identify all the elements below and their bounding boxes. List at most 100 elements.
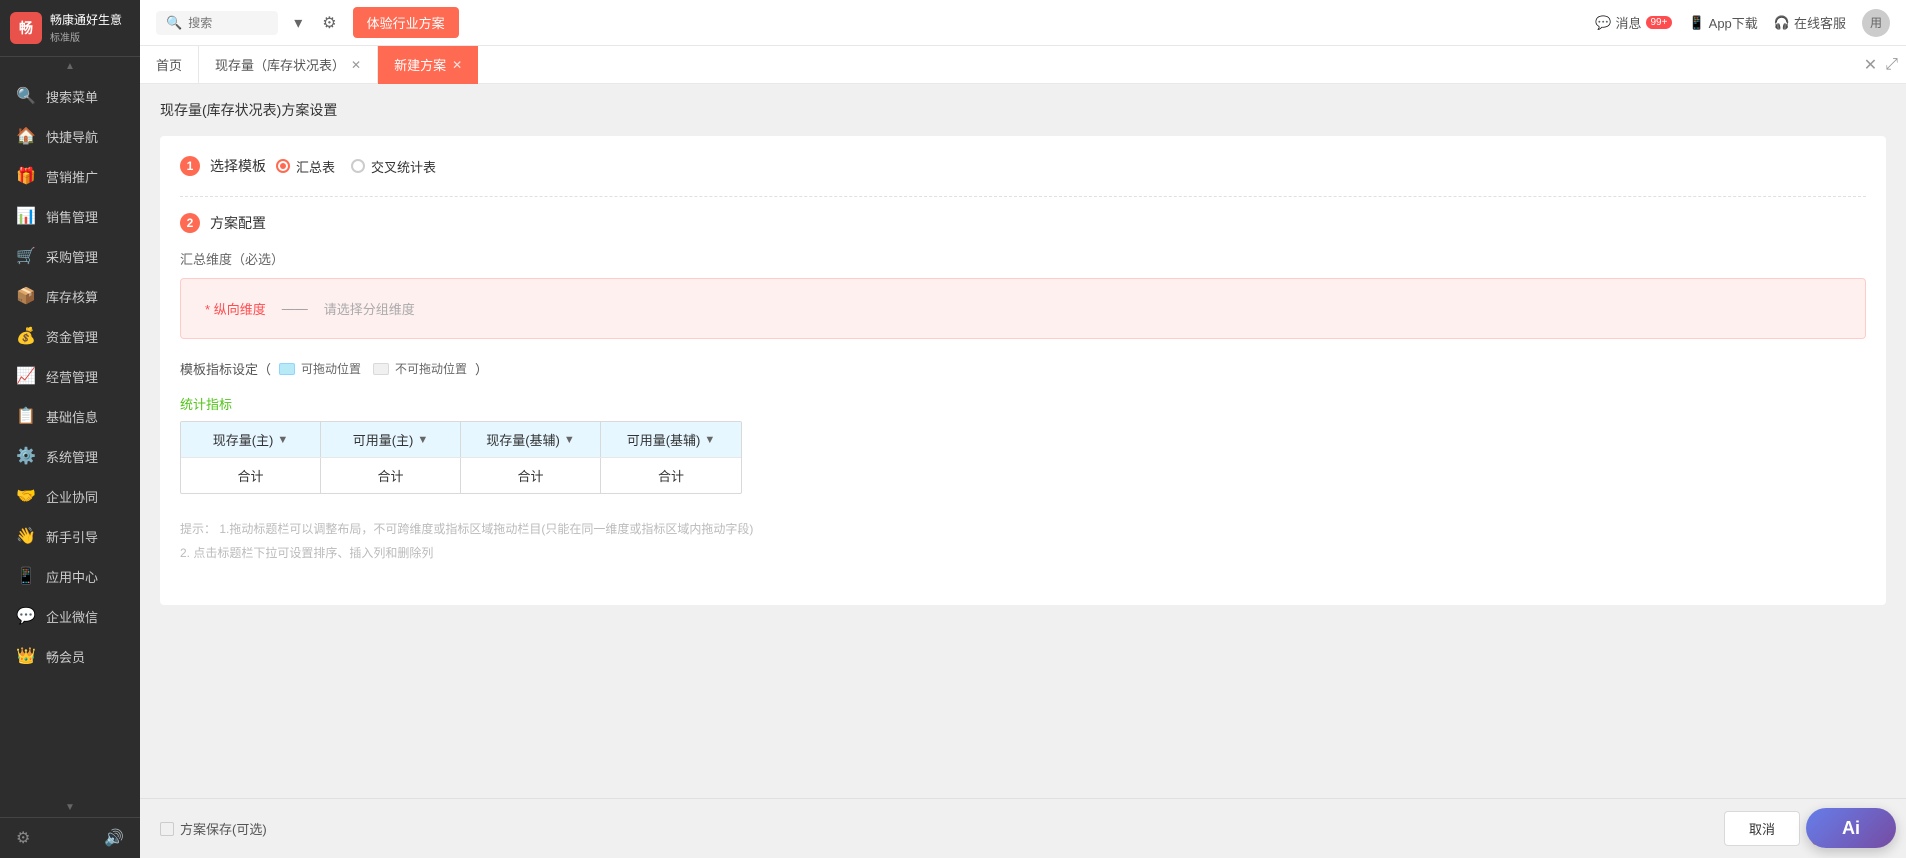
sidebar-item-sales[interactable]: 📊 销售管理: [0, 196, 140, 236]
sidebar-item-cooperation[interactable]: 🤝 企业协同: [0, 476, 140, 516]
tip-line-1: 提示： 1.拖动标题栏可以调整布局，不可跨维度或指标区域拖动栏目(只能在同一维度…: [180, 517, 1866, 541]
topbar-gear-icon[interactable]: ⚙: [318, 9, 340, 37]
stats-header-col-1[interactable]: 可用量(主) ▼: [321, 422, 461, 457]
search-icon: 🔍: [166, 15, 182, 31]
step2-num: 2: [180, 213, 200, 233]
stats-header-col-0[interactable]: 现存量(主) ▼: [181, 422, 321, 457]
trial-btn[interactable]: 体验行业方案: [353, 7, 459, 38]
required-mark: *: [205, 302, 210, 317]
sidebar-item-finance[interactable]: 💰 资金管理: [0, 316, 140, 356]
main-panel: 1 选择模板 汇总表 交叉统计表: [160, 136, 1886, 605]
radio-summary[interactable]: 汇总表: [276, 157, 335, 176]
dimension-box[interactable]: * 纵向维度 —— 请选择分组维度: [180, 278, 1866, 339]
sidebar-item-appcenter[interactable]: 📱 应用中心: [0, 556, 140, 596]
messages-btn[interactable]: 💬 消息 99+: [1595, 13, 1672, 32]
stats-header-col-3[interactable]: 可用量(基辅) ▼: [601, 422, 741, 457]
sidebar-scroll-down[interactable]: ▼: [0, 798, 140, 817]
step2-title: 方案配置: [210, 213, 266, 233]
sidebar-item-system[interactable]: ⚙️ 系统管理: [0, 436, 140, 476]
radio-summary-dot: [276, 159, 290, 173]
sidebar-item-label: 新手引导: [46, 527, 98, 546]
crown-icon: 👑: [16, 646, 36, 666]
wave-icon: 👋: [16, 526, 36, 546]
app-edition: 标准版: [50, 29, 122, 44]
sidebar-item-purchase[interactable]: 🛒 采购管理: [0, 236, 140, 276]
save-scheme-checkbox[interactable]: 方案保存(可选): [160, 819, 267, 838]
main-content: 🔍 ▾ ⚙ 体验行业方案 💬 消息 99+ 📱 App下载 🎧 在线客服 用: [140, 0, 1906, 858]
step-divider: [180, 196, 1866, 197]
radio-summary-label: 汇总表: [296, 157, 335, 176]
topbar-dropdown-icon[interactable]: ▾: [290, 9, 306, 37]
sidebar-item-member[interactable]: 👑 畅会员: [0, 636, 140, 676]
chart-icon: 📊: [16, 206, 36, 226]
phone-icon: 📱: [1688, 15, 1704, 31]
template-radio-group: 汇总表 交叉统计表: [276, 157, 436, 176]
sidebar-item-wechat[interactable]: 💬 企业微信: [0, 596, 140, 636]
topbar: 🔍 ▾ ⚙ 体验行业方案 💬 消息 99+ 📱 App下载 🎧 在线客服 用: [140, 0, 1906, 46]
sidebar-item-basic[interactable]: 📋 基础信息: [0, 396, 140, 436]
sidebar-item-inventory[interactable]: 📦 库存核算: [0, 276, 140, 316]
sidebar-item-search[interactable]: 🔍 搜索菜单: [0, 76, 140, 116]
stats-data-col-2: 合计: [461, 458, 601, 493]
sidebar-scroll-up[interactable]: ▲: [0, 57, 140, 76]
stats-data-col-0: 合计: [181, 458, 321, 493]
app-logo-icon: 畅: [10, 12, 42, 44]
footer-speaker-icon[interactable]: 🔊: [104, 828, 124, 848]
topbar-search-box[interactable]: 🔍: [156, 11, 278, 35]
user-name: 用: [1870, 14, 1882, 31]
cart-icon: 🛒: [16, 246, 36, 266]
stats-table: 现存量(主) ▼ 可用量(主) ▼ 现存量(基辅) ▼: [180, 421, 742, 494]
tab-new-scheme-close-icon[interactable]: ✕: [452, 58, 462, 72]
template-indicator-label: 模板指标设定（ 可拖动位置 不可拖动位置 ）: [180, 359, 1866, 378]
radio-cross-dot: [351, 159, 365, 173]
stats-header-col-2[interactable]: 现存量(基辅) ▼: [461, 422, 601, 457]
sidebar-item-label: 营销推广: [46, 167, 98, 186]
online-service-btn[interactable]: 🎧 在线客服: [1774, 13, 1846, 32]
tab-expand-icon[interactable]: ⤢: [1885, 56, 1898, 74]
ai-fab-button[interactable]: Ai: [1806, 808, 1896, 848]
stats-label: 统计指标: [180, 394, 1866, 413]
topbar-search-input[interactable]: [188, 16, 268, 30]
sidebar-item-label: 基础信息: [46, 407, 98, 426]
online-service-label: 在线客服: [1794, 13, 1846, 32]
sidebar: 畅 畅康通好生意 标准版 ▲ 🔍 搜索菜单 🏠 快捷导航 🎁 营销推广 📊 销售…: [0, 0, 140, 858]
sidebar-item-label: 系统管理: [46, 447, 98, 466]
step1-title: 选择模板: [210, 156, 266, 176]
headset-icon: 🎧: [1774, 15, 1790, 31]
sidebar-item-label: 采购管理: [46, 247, 98, 266]
footer-settings-icon[interactable]: ⚙: [16, 828, 30, 848]
sidebar-item-label: 销售管理: [46, 207, 98, 226]
tab-home[interactable]: 首页: [140, 46, 199, 84]
sidebar-item-marketing[interactable]: 🎁 营销推广: [0, 156, 140, 196]
box-icon: 📦: [16, 286, 36, 306]
sidebar-item-label: 企业微信: [46, 607, 98, 626]
sidebar-item-quicknav[interactable]: 🏠 快捷导航: [0, 116, 140, 156]
drag-legend-box: [279, 363, 295, 375]
tab-new-scheme[interactable]: 新建方案 ✕: [378, 46, 478, 84]
tab-inventory-status[interactable]: 现存量（库存状况表） ✕: [199, 46, 378, 84]
stats-data-col-3: 合计: [601, 458, 741, 493]
handshake-icon: 🤝: [16, 486, 36, 506]
message-icon: 💬: [1595, 15, 1611, 31]
col3-chevron-icon: ▼: [704, 434, 715, 446]
user-avatar[interactable]: 用: [1862, 9, 1890, 37]
sidebar-item-newguide[interactable]: 👋 新手引导: [0, 516, 140, 556]
ai-fab-label: Ai: [1842, 818, 1860, 839]
tab-inventory-close-icon[interactable]: ✕: [351, 58, 361, 72]
tab-close-panel-icon[interactable]: ✕: [1864, 55, 1877, 75]
mobile-icon: 📱: [16, 566, 36, 586]
app-download-label: App下载: [1709, 13, 1758, 32]
content-area: 现存量(库存状况表)方案设置 1 选择模板 汇总表 交叉统计表: [140, 84, 1906, 798]
legend-drag: 可拖动位置: [279, 360, 361, 377]
tabs-bar: 首页 现存量（库存状况表） ✕ 新建方案 ✕ ✕ ⤢: [140, 46, 1906, 84]
app-download-btn[interactable]: 📱 App下载: [1688, 13, 1757, 32]
nodrag-legend-box: [373, 363, 389, 375]
list-icon: 📋: [16, 406, 36, 426]
cancel-button[interactable]: 取消: [1724, 811, 1800, 846]
settings-icon: ⚙️: [16, 446, 36, 466]
tab-inventory-label: 现存量（库存状况表）: [215, 55, 345, 74]
sidebar-item-operation[interactable]: 📈 经营管理: [0, 356, 140, 396]
radio-cross[interactable]: 交叉统计表: [351, 157, 436, 176]
save-checkbox-box: [160, 822, 174, 836]
radio-cross-label: 交叉统计表: [371, 157, 436, 176]
